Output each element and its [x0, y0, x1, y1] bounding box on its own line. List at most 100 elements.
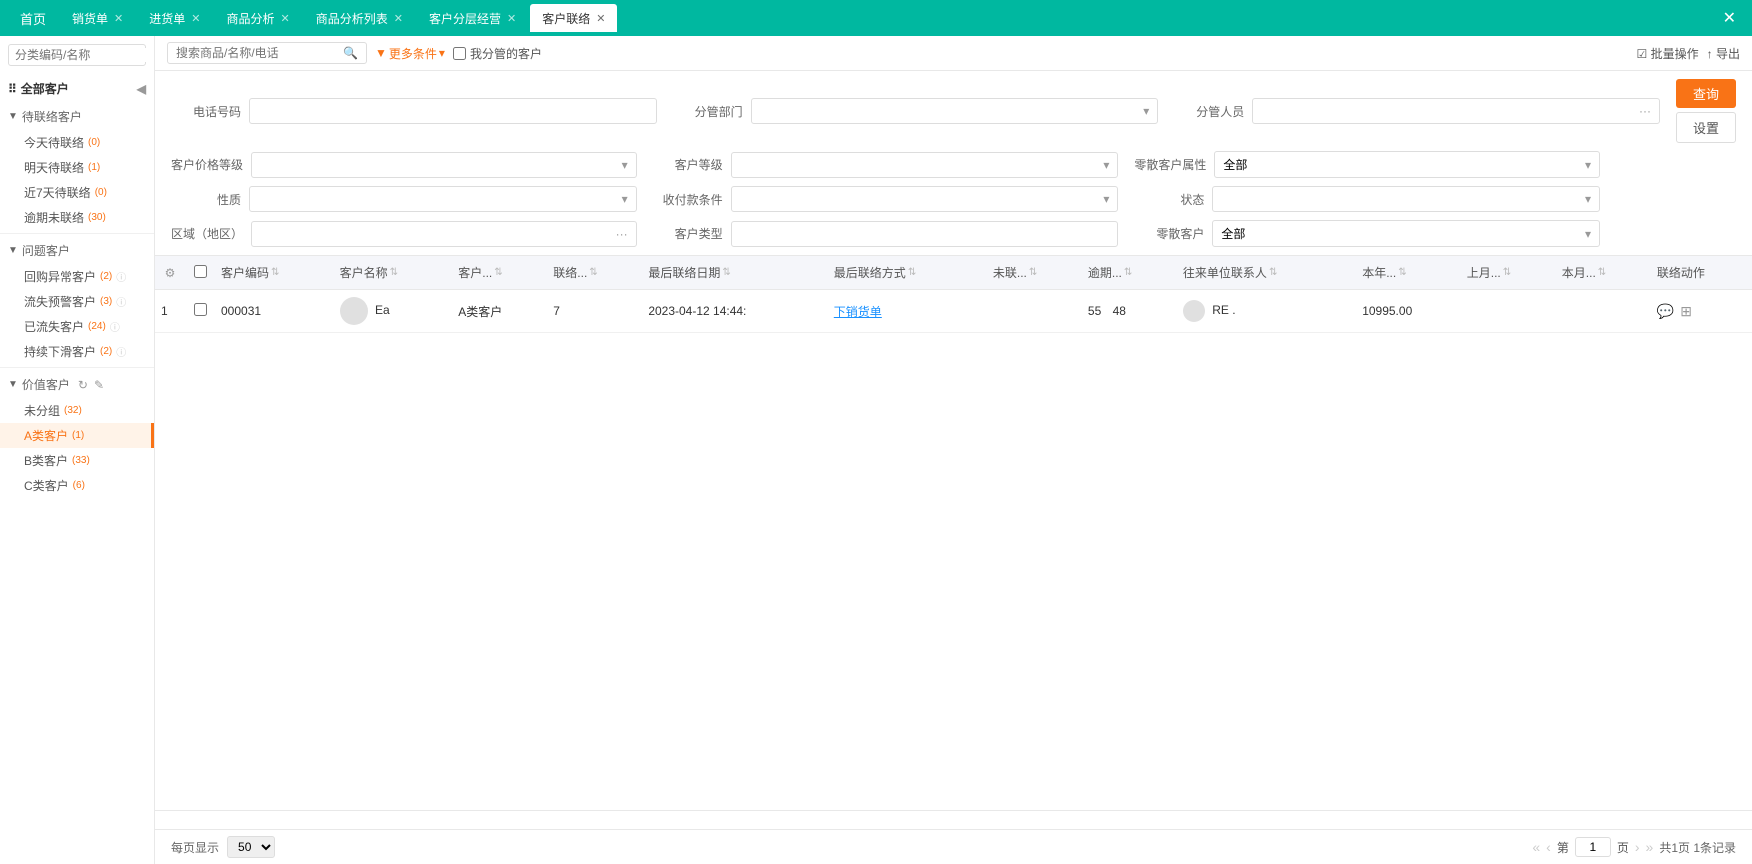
sort-icon-type[interactable]: ⇅ — [494, 267, 502, 278]
sidebar-item-b-class[interactable]: B类客户 (33) — [0, 448, 154, 473]
gear-icon[interactable]: ⚙ — [165, 266, 176, 280]
sort-icon-code[interactable]: ⇅ — [271, 267, 279, 278]
close-icon-segment[interactable]: ✕ — [507, 12, 516, 25]
my-customers-checkbox[interactable]: 我分管的客户 — [453, 45, 542, 62]
sidebar-search-input[interactable] — [15, 48, 155, 62]
sidebar-item-churn-warning[interactable]: 流失预警客户 (3) ⓘ — [0, 289, 154, 314]
customer-type-select[interactable] — [731, 221, 1119, 247]
info-icon-declining: ⓘ — [116, 344, 126, 359]
batch-op-btn[interactable]: ☑ 批量操作 — [1637, 45, 1699, 62]
all-customers-header[interactable]: ⠿ 全部客户 ◀ — [0, 74, 154, 103]
filter-search-input[interactable] — [176, 46, 339, 60]
row-name: Ea — [334, 290, 453, 333]
customer-level-select[interactable]: ▾ — [731, 152, 1119, 178]
query-button[interactable]: 查询 — [1676, 79, 1736, 108]
sort-icon-method[interactable]: ⇅ — [908, 267, 916, 278]
sort-icon-name[interactable]: ⇅ — [390, 267, 398, 278]
sidebar-item-7day-contact[interactable]: 近7天待联络 (0) — [0, 180, 154, 205]
sidebar-item-c-class[interactable]: C类客户 (6) — [0, 473, 154, 498]
chevron-down-icon: ▾ — [439, 46, 445, 60]
total-records: 共1页 1条记录 — [1659, 839, 1736, 856]
message-icon[interactable]: 💬 — [1657, 303, 1674, 320]
filter-row-4: 区域（地区） ··· 客户类型 零散客户 全部 ▾ — [171, 220, 1736, 247]
value-customers-group[interactable]: ▼ 价值客户 ↻ ✎ — [0, 371, 154, 398]
edit-icon[interactable]: ✎ — [94, 378, 104, 392]
sort-icon-person[interactable]: ⇅ — [1269, 267, 1277, 278]
sidebar-item-overdue-contact[interactable]: 逾期未联络 (30) — [0, 205, 154, 230]
nav-tab-purchase[interactable]: 进货单 ✕ — [137, 4, 212, 32]
status-select[interactable]: ▾ — [1212, 186, 1600, 212]
sidebar-search-box[interactable]: 🔍 — [8, 44, 146, 66]
sort-icon-this-month[interactable]: ⇅ — [1598, 267, 1606, 278]
sort-icon-overdue[interactable]: ⇅ — [1124, 267, 1132, 278]
page-number-input[interactable] — [1575, 837, 1611, 857]
region-input[interactable]: ··· — [251, 221, 637, 247]
retail-attr-select[interactable]: 全部 ▾ — [1214, 151, 1600, 178]
nav-home[interactable]: 首页 — [8, 9, 58, 28]
sidebar-item-abnormal[interactable]: 回购异常客户 (2) ⓘ — [0, 264, 154, 289]
advanced-filters: 电话号码 分管部门 ▾ 分管人员 ··· 查询 设置 — [155, 71, 1752, 256]
sort-icon-contact[interactable]: ⇅ — [589, 267, 597, 278]
manager-input[interactable]: ··· — [1252, 98, 1660, 124]
problem-customers-group[interactable]: ▼ 问题客户 — [0, 237, 154, 264]
window-close-button[interactable]: ✕ — [1715, 8, 1744, 28]
sidebar-item-churned[interactable]: 已流失客户 (24) ⓘ — [0, 314, 154, 339]
close-icon-sales[interactable]: ✕ — [114, 12, 123, 25]
sidebar-item-ungrouped[interactable]: 未分组 (32) — [0, 398, 154, 423]
info-icon-churn: ⓘ — [116, 294, 126, 309]
th-code: 客户编码 ⇅ — [215, 256, 334, 290]
row-contact-person: RE . — [1177, 290, 1356, 333]
nav-tab-customer-segment[interactable]: 客户分层经营 ✕ — [417, 4, 528, 32]
row-checkbox[interactable] — [194, 303, 207, 316]
close-icon-contact[interactable]: ✕ — [596, 12, 605, 25]
payment-select[interactable]: ▾ — [731, 186, 1119, 212]
qr-icon[interactable]: ⊞ — [1680, 303, 1692, 320]
retail-customer-select[interactable]: 全部 ▾ — [1212, 220, 1600, 247]
more-filters-btn[interactable]: ▼ 更多条件 ▾ — [375, 45, 445, 62]
h-scrollbar[interactable] — [155, 814, 1752, 826]
prev-page-btn[interactable]: ‹ — [1546, 839, 1551, 855]
nav-tab-product-list[interactable]: 商品分析列表 ✕ — [304, 4, 415, 32]
sort-icon-last-month[interactable]: ⇅ — [1503, 267, 1511, 278]
first-page-btn[interactable]: « — [1532, 839, 1540, 855]
nav-tab-customer-contact[interactable]: 客户联络 ✕ — [530, 4, 617, 32]
sort-icon-year[interactable]: ⇅ — [1398, 267, 1406, 278]
page-size-select[interactable]: 50 — [227, 836, 275, 858]
row-no-contact — [987, 290, 1082, 333]
last-method-link[interactable]: 下销货单 — [834, 305, 882, 319]
phone-input[interactable] — [249, 98, 657, 124]
refresh-icon[interactable]: ↻ — [78, 378, 88, 392]
search-icon-filter: 🔍 — [343, 46, 358, 60]
close-icon-analysis[interactable]: ✕ — [281, 12, 290, 25]
collapse-icon[interactable]: ◀ — [137, 82, 146, 96]
next-page-btn[interactable]: › — [1635, 839, 1640, 855]
sort-icon-no-contact[interactable]: ⇅ — [1029, 267, 1037, 278]
filter-icon: ▼ — [375, 46, 387, 60]
last-page-btn[interactable]: » — [1646, 839, 1654, 855]
row-checkbox-cell — [185, 290, 215, 333]
select-all-checkbox[interactable] — [194, 265, 207, 278]
nature-select[interactable]: ▾ — [249, 186, 637, 212]
dept-select[interactable]: ▾ — [751, 98, 1159, 124]
filter-bar: 🔍 ▼ 更多条件 ▾ 我分管的客户 ☑ 批量操作 ↑ 导出 — [155, 36, 1752, 71]
top-nav: 首页 销货单 ✕ 进货单 ✕ 商品分析 ✕ 商品分析列表 ✕ 客户分层经营 ✕ … — [0, 0, 1752, 36]
sidebar-item-declining[interactable]: 持续下滑客户 (2) ⓘ — [0, 339, 154, 364]
settings-button[interactable]: 设置 — [1676, 112, 1736, 143]
filter-search-box[interactable]: 🔍 — [167, 42, 367, 64]
price-level-select[interactable]: ▾ — [251, 152, 637, 178]
sidebar-item-a-class[interactable]: A类客户 (1) — [0, 423, 154, 448]
sidebar-item-today-contact[interactable]: 今天待联络 (0) — [0, 130, 154, 155]
nav-tab-product-analysis[interactable]: 商品分析 ✕ — [214, 4, 301, 32]
close-icon-list[interactable]: ✕ — [394, 12, 403, 25]
th-action: 联络动作 — [1651, 256, 1752, 290]
export-btn[interactable]: ↑ 导出 — [1707, 45, 1740, 62]
pending-contact-group[interactable]: ▼ 待联络客户 — [0, 103, 154, 130]
h-scroll-container — [155, 810, 1752, 829]
nav-tab-sales[interactable]: 销货单 ✕ — [60, 4, 135, 32]
close-icon-purchase[interactable]: ✕ — [191, 12, 200, 25]
th-last-date: 最后联络日期 ⇅ — [642, 256, 827, 290]
my-customers-check[interactable] — [453, 47, 466, 60]
filter-phone: 电话号码 — [171, 98, 657, 124]
sidebar-item-tomorrow-contact[interactable]: 明天待联络 (1) — [0, 155, 154, 180]
sort-icon-date[interactable]: ⇅ — [722, 267, 730, 278]
